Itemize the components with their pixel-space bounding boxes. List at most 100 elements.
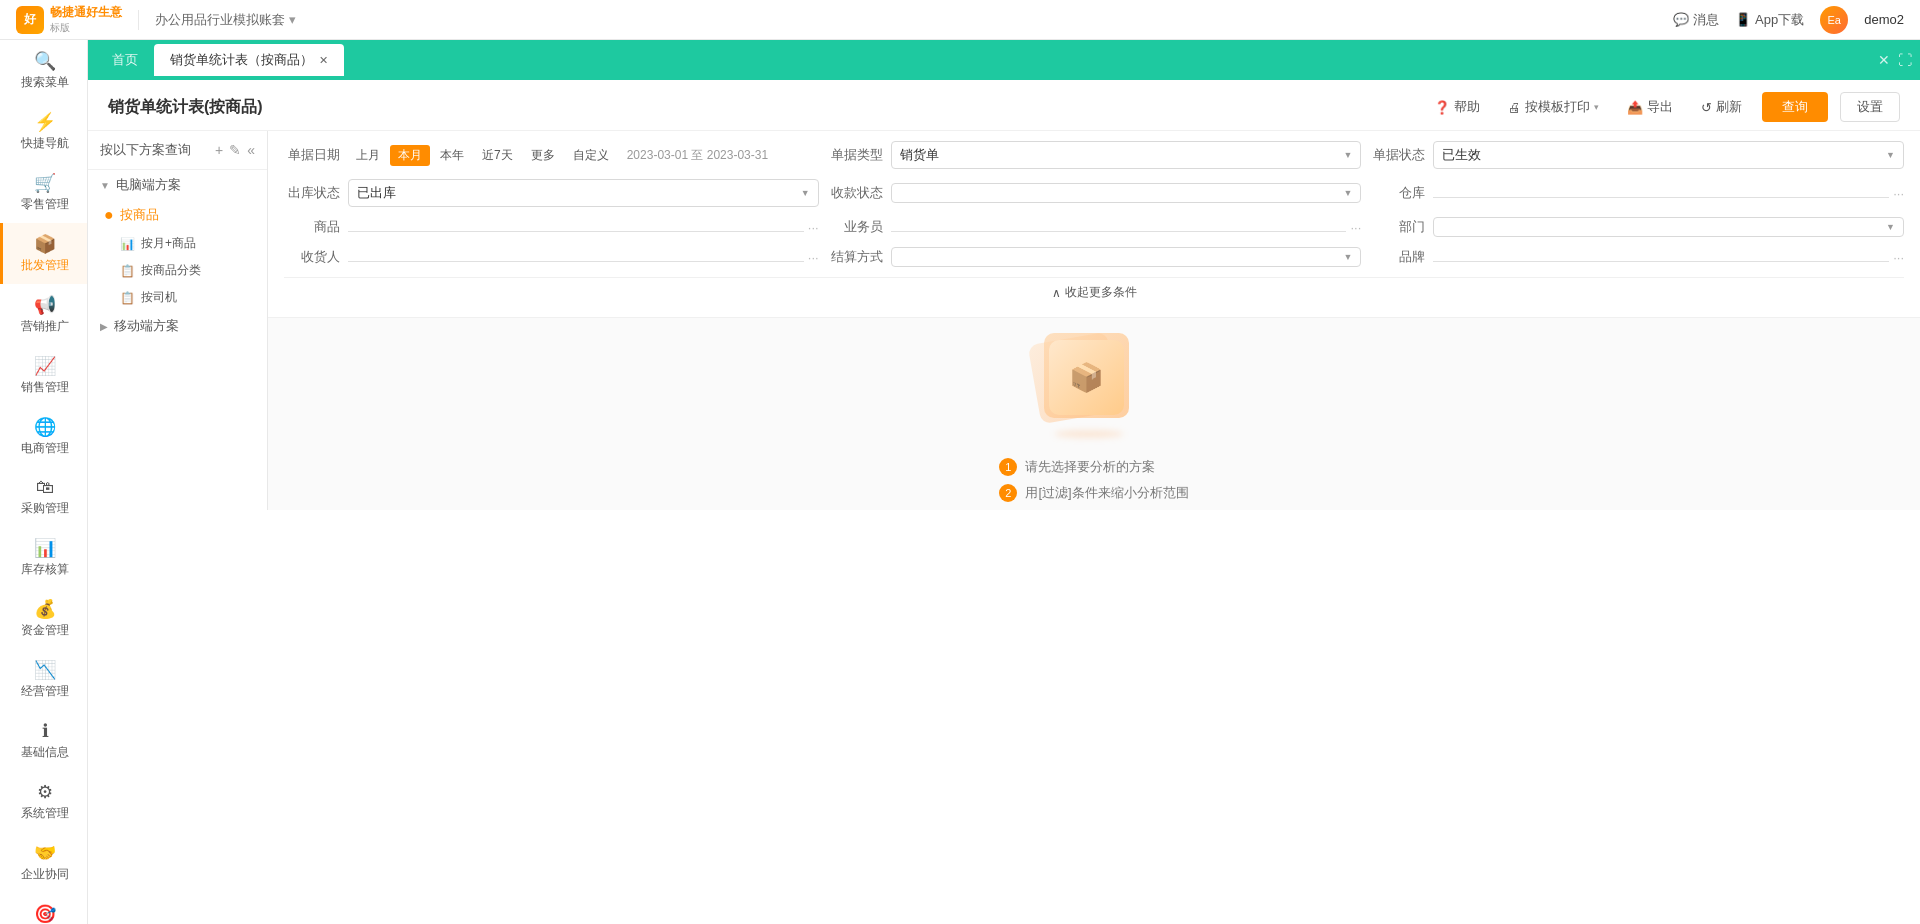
date-tab-more[interactable]: 更多 [523, 145, 563, 166]
brand-dots[interactable]: ··· [1893, 250, 1904, 265]
receipt-status-label: 收款状态 [827, 184, 891, 202]
box-front: 📦 [1049, 340, 1124, 415]
tab-close-button[interactable]: ✕ [319, 54, 328, 67]
sidebar-item-inventory[interactable]: 📊 库存核算 [0, 527, 87, 588]
query-button[interactable]: 查询 [1762, 92, 1828, 122]
tab-home[interactable]: 首页 [96, 44, 154, 76]
tab-home-label: 首页 [112, 51, 138, 69]
right-panel: 单据日期 上月 本月 本年 近7天 更多 自定义 [268, 131, 1920, 510]
sidebar-item-business[interactable]: 📉 经营管理 [0, 649, 87, 710]
sidebar-item-finance[interactable]: 💰 资金管理 [0, 588, 87, 649]
filter-payment: 结算方式 ▼ [827, 247, 1362, 267]
brand-input[interactable] [1433, 253, 1889, 262]
tree-expand-icon: ▼ [100, 180, 110, 191]
sidebar-item-nav[interactable]: ⚡ 快捷导航 [0, 101, 87, 162]
refresh-icon: ↺ [1701, 100, 1712, 115]
tree-item-by-goods[interactable]: ● 按商品 [88, 200, 267, 230]
date-range: 2023-03-01 至 2023-03-31 [627, 147, 768, 164]
department-control: ▼ [1433, 217, 1904, 237]
tree-section-desktop[interactable]: ▼ 电脑端方案 [88, 170, 267, 200]
sidebar-item-retail[interactable]: 🛒 零售管理 [0, 162, 87, 223]
sidebar-item-ecommerce[interactable]: 🌐 电商管理 [0, 406, 87, 467]
tab-sales-stat[interactable]: 销货单统计表（按商品） ✕ [154, 44, 344, 76]
left-panel-actions: + ✎ « [215, 142, 255, 158]
salesman-dots[interactable]: ··· [1350, 220, 1361, 235]
sidebar-item-sales[interactable]: 📈 销售管理 [0, 345, 87, 406]
breadcrumb: 办公用品行业模拟账套 ▾ [155, 11, 296, 29]
refresh-button[interactable]: ↺ 刷新 [1693, 94, 1750, 120]
date-tab-thisyear[interactable]: 本年 [432, 145, 472, 166]
doc-status-label: 单据状态 [1369, 146, 1433, 164]
edit-scheme-button[interactable]: ✎ [229, 142, 241, 158]
collapse-panel-button[interactable]: « [247, 142, 255, 158]
filter-goods: 商品 ··· [284, 218, 819, 236]
warehouse-input[interactable] [1433, 189, 1889, 198]
sidebar-item-marketing[interactable]: 📢 营销推广 [0, 284, 87, 345]
wholesale-icon: 📦 [7, 233, 83, 255]
sidebar-label: 库存核算 [7, 561, 83, 578]
doc-status-select[interactable]: 已生效 ▼ [1433, 141, 1904, 169]
maximize-icon[interactable]: ⛶ [1898, 52, 1912, 68]
close-tab-icon[interactable]: ✕ [1878, 52, 1890, 68]
department-select[interactable]: ▼ [1433, 217, 1904, 237]
sidebar-label: 企业协同 [7, 866, 83, 883]
out-status-select[interactable]: 已出库 ▼ [348, 179, 819, 207]
empty-illustration: 📦 [1024, 318, 1164, 438]
sidebar: 🔍 搜索菜单 ⚡ 快捷导航 🛒 零售管理 📦 批发管理 📢 营销推广 📈 销售管… [0, 40, 88, 924]
receipt-status-select[interactable]: ▼ [891, 183, 1362, 203]
print-button[interactable]: 🖨 按模板打印 ▾ [1500, 94, 1607, 120]
collapse-row: ∧ 收起更多条件 [284, 277, 1904, 307]
tree-item-by-month-goods[interactable]: 📊 按月+商品 [88, 230, 267, 257]
collapse-button[interactable]: ∧ 收起更多条件 [1052, 284, 1137, 301]
receipt-status-control: ▼ [891, 183, 1362, 203]
print-dropdown-icon[interactable]: ▾ [1594, 102, 1599, 112]
sidebar-item-basic-info[interactable]: ℹ 基础信息 [0, 710, 87, 771]
sidebar-item-purchase[interactable]: 🛍 采购管理 [0, 467, 87, 527]
receiver-dots[interactable]: ··· [808, 250, 819, 265]
export-button[interactable]: 📤 导出 [1619, 94, 1681, 120]
message-button[interactable]: 💬 消息 [1673, 11, 1719, 29]
payment-select[interactable]: ▼ [891, 247, 1362, 267]
dropdown-icon[interactable]: ▾ [289, 12, 296, 27]
help-button[interactable]: ❓ 帮助 [1426, 94, 1488, 120]
sidebar-item-system[interactable]: ⚙ 系统管理 [0, 771, 87, 832]
sidebar-label: 零售管理 [7, 196, 83, 213]
sidebar-label: 快捷导航 [7, 135, 83, 152]
salesman-input[interactable] [891, 223, 1347, 232]
date-tab-lastmonth[interactable]: 上月 [348, 145, 388, 166]
add-scheme-button[interactable]: + [215, 142, 223, 158]
goods-input[interactable] [348, 223, 804, 232]
sidebar-item-enterprise[interactable]: 🤝 企业协同 [0, 832, 87, 893]
sidebar-item-search[interactable]: 🔍 搜索菜单 [0, 40, 87, 101]
receiver-input[interactable] [348, 253, 804, 262]
empty-state: 📦 1 请先选择要分析的方案 [999, 318, 1188, 510]
sidebar-item-wholesale[interactable]: 📦 批发管理 [0, 223, 87, 284]
date-tab-7days[interactable]: 近7天 [474, 145, 521, 166]
goods-dots[interactable]: ··· [808, 220, 819, 235]
date-tab-custom[interactable]: 自定义 [565, 145, 617, 166]
app-download-button[interactable]: 📱 App下载 [1735, 11, 1804, 29]
username: demo2 [1864, 12, 1904, 27]
sales-icon: 📈 [7, 355, 83, 377]
filter-receiver: 收货人 ··· [284, 248, 819, 266]
avatar[interactable]: Ea [1820, 6, 1848, 34]
date-tab-thismonth[interactable]: 本月 [390, 145, 430, 166]
sidebar-label: 系统管理 [7, 805, 83, 822]
tree-sub-label: 按月+商品 [141, 235, 196, 252]
tree-item-label: 按商品 [120, 206, 159, 224]
app-name: 畅捷通好生意 [50, 4, 122, 21]
warehouse-label: 仓库 [1369, 184, 1433, 202]
settings-button[interactable]: 设置 [1840, 92, 1900, 122]
warehouse-dots[interactable]: ··· [1893, 186, 1904, 201]
filter-doc-type: 单据类型 销货单 ▼ [827, 141, 1362, 169]
tree-item-by-category[interactable]: 📋 按商品分类 [88, 257, 267, 284]
tree-section-mobile[interactable]: ▶ 移动端方案 [88, 311, 267, 341]
tree-item-by-driver[interactable]: 📋 按司机 [88, 284, 267, 311]
doc-type-select[interactable]: 销货单 ▼ [891, 141, 1362, 169]
topbar-left: 好 畅捷通好生意 标版 办公用品行业模拟账套 ▾ [16, 4, 296, 35]
bar-chart-icon: 📊 [120, 237, 135, 251]
doc-status-control: 已生效 ▼ [1433, 141, 1904, 169]
active-dot-icon: ● [104, 206, 114, 224]
help-icon: ❓ [1434, 100, 1450, 115]
sidebar-item-guide[interactable]: 🎯 新手引导 [0, 893, 87, 924]
